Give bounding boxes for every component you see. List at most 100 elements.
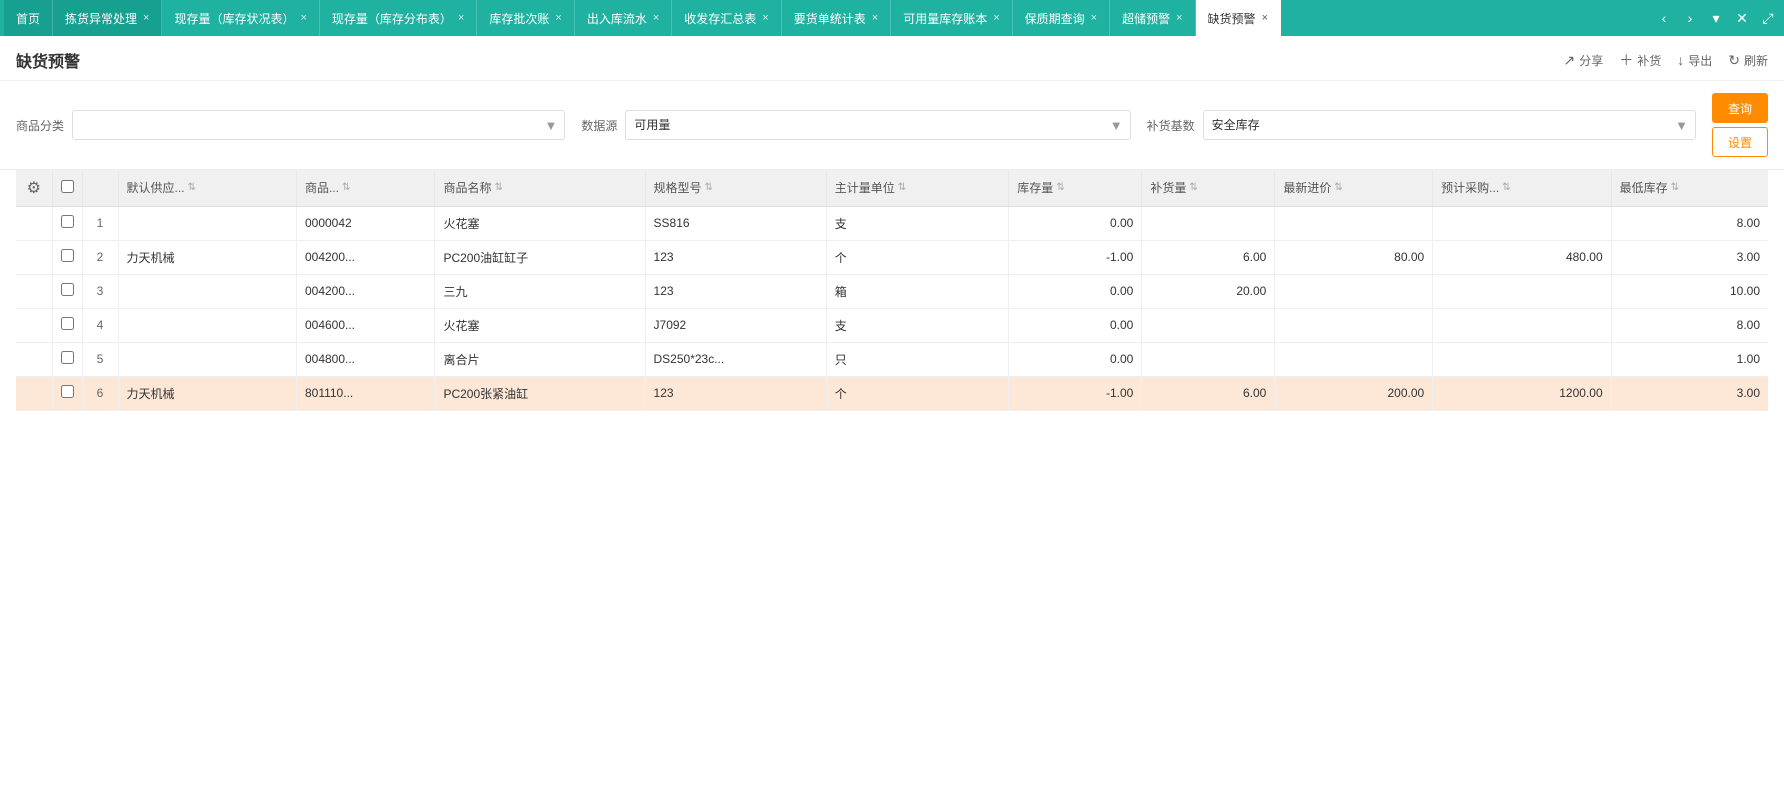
row-min-stock: 8.00 [1611,206,1768,240]
row-min-stock: 8.00 [1611,308,1768,342]
row-checkbox-5[interactable] [61,385,74,398]
share-button[interactable]: ↗ 分享 [1563,52,1603,69]
category-select-wrapper: ▼ [72,110,565,140]
row-stock-qty: -1.00 [1009,376,1142,410]
th-unit: 主计量单位 ⇅ [826,170,1009,206]
row-settings-cell [16,274,52,308]
tab-receive-summary-close[interactable]: × [762,12,768,24]
row-spec: 123 [645,240,826,274]
row-settings-cell [16,376,52,410]
tab-bar: 首页 拣货异常处理×现存量（库存状况表）×现存量（库存分布表）×库存批次账×出入… [0,0,1784,36]
row-est-purchase [1433,308,1611,342]
tab-inventory-status-close[interactable]: × [300,12,306,24]
tab-overstock[interactable]: 超储预警× [1110,0,1195,36]
page-header: 缺货预警 ↗ 分享 ＋ 补货 ↓ 导出 ↻ 刷新 [0,36,1784,81]
row-latest-price [1275,342,1433,376]
th-product-name-sort[interactable]: 商品名称 ⇅ [443,179,636,196]
tab-prev-button[interactable]: ‹ [1652,6,1676,30]
sort-icon-est-purchase: ⇅ [1502,182,1510,193]
datasource-select[interactable]: 可用量 库存量 [625,110,1130,140]
tab-inventory-dist-label: 现存量（库存分布表） [332,10,452,27]
table-settings-button[interactable]: ⚙ [27,178,41,198]
refresh-icon: ↻ [1728,52,1740,69]
tab-available-ledger-label: 可用量库存账本 [903,10,987,27]
tab-inventory-dist-close[interactable]: × [458,12,464,24]
row-min-stock: 3.00 [1611,240,1768,274]
tab-shortage-close[interactable]: × [1262,12,1268,24]
row-product-name: PC200油缸缸子 [435,240,645,274]
replenish-base-filter-label: 补货基数 [1147,117,1195,134]
row-min-stock: 3.00 [1611,376,1768,410]
tab-inventory-status[interactable]: 现存量（库存状况表）× [162,0,319,36]
th-latest-price-sort[interactable]: 最新进价 ⇅ [1283,179,1424,196]
replenish-button[interactable]: ＋ 补货 [1619,50,1661,70]
th-product-code-sort[interactable]: 商品... ⇅ [305,179,426,196]
th-est-purchase-sort[interactable]: 预计采购... ⇅ [1441,179,1602,196]
row-checkbox-4[interactable] [61,351,74,364]
th-replenish-qty: 补货量 ⇅ [1142,170,1275,206]
tab-shortage[interactable]: 缺货预警× [1196,0,1281,36]
row-product-code: 004800... [296,342,434,376]
row-spec: J7092 [645,308,826,342]
settings-button[interactable]: 设置 [1712,127,1768,157]
sort-icon-stock-qty: ⇅ [1056,182,1064,193]
category-select[interactable] [72,110,565,140]
tab-close-all-button[interactable]: ✕ [1730,6,1754,30]
row-checkbox-2[interactable] [61,283,74,296]
th-default-supplier-sort[interactable]: 默认供应... ⇅ [127,179,288,196]
row-replenish-qty [1142,206,1275,240]
sort-icon-unit: ⇅ [898,182,906,193]
query-button[interactable]: 查询 [1712,93,1768,123]
tab-batch-account-label: 库存批次账 [489,10,549,27]
row-num: 2 [82,240,118,274]
tab-batch-account[interactable]: 库存批次账 × [477,0,574,36]
row-checkbox-3[interactable] [61,317,74,330]
th-spec-sort[interactable]: 规格型号 ⇅ [654,179,818,196]
table-row: 3 004200... 三九 123 箱 0.00 20.00 10.00 [16,274,1768,308]
tab-expiry-query[interactable]: 保质期查询× [1013,0,1110,36]
tab-next-button[interactable]: › [1678,6,1702,30]
tab-available-ledger-close[interactable]: × [993,12,999,24]
row-checkbox-0[interactable] [61,215,74,228]
tab-overstock-close[interactable]: × [1176,12,1182,24]
tab-order-stats-close[interactable]: × [872,12,878,24]
th-stock-qty-sort[interactable]: 库存量 ⇅ [1017,179,1133,196]
row-default-supplier [118,308,296,342]
sort-icon-supplier: ⇅ [188,182,196,193]
tab-io-flow-close[interactable]: × [653,12,659,24]
export-button[interactable]: ↓ 导出 [1677,52,1712,69]
refresh-button[interactable]: ↻ 刷新 [1728,52,1768,69]
row-product-name: 离合片 [435,342,645,376]
row-est-purchase: 1200.00 [1433,376,1611,410]
tab-exception-close[interactable]: × [143,12,149,24]
filter-bar: 商品分类 ▼ 数据源 可用量 库存量 ▼ 补货基数 [0,81,1784,170]
row-product-code: 004200... [296,274,434,308]
row-product-code: 004200... [296,240,434,274]
row-spec: 123 [645,376,826,410]
select-all-checkbox[interactable] [61,180,74,193]
tab-menu-button[interactable]: ▾ [1704,6,1728,30]
tab-available-ledger[interactable]: 可用量库存账本 × [891,0,1012,36]
row-stock-qty: 0.00 [1009,308,1142,342]
replenish-base-select[interactable]: 安全库存 最低库存 [1203,110,1696,140]
tab-expiry-query-close[interactable]: × [1091,12,1097,24]
tab-order-stats[interactable]: 要货单统计表× [782,0,891,36]
row-checkbox-1[interactable] [61,249,74,262]
tab-home[interactable]: 首页 [4,0,53,36]
table-row: 6 力天机械 801110... PC200张紧油缸 123 个 -1.00 6… [16,376,1768,410]
tab-exception[interactable]: 拣货异常处理× [53,0,162,36]
tab-inventory-dist[interactable]: 现存量（库存分布表） × [320,0,477,36]
tab-receive-summary[interactable]: 收发存汇总表× [672,0,781,36]
tab-batch-account-close[interactable]: × [555,12,561,24]
header-actions: ↗ 分享 ＋ 补货 ↓ 导出 ↻ 刷新 [1563,50,1768,70]
th-replenish-qty-sort[interactable]: 补货量 ⇅ [1150,179,1266,196]
th-check [52,170,82,206]
export-icon: ↓ [1677,52,1684,68]
share-icon: ↗ [1563,52,1575,69]
tab-nav-buttons: ‹ › ▾ ✕ ⤢ [1652,6,1780,30]
th-min-stock-sort[interactable]: 最低库存 ⇅ [1620,179,1760,196]
th-unit-sort[interactable]: 主计量单位 ⇅ [835,179,1001,196]
row-product-name: 火花塞 [435,308,645,342]
tab-restore-button[interactable]: ⤢ [1756,6,1780,30]
tab-io-flow[interactable]: 出入库流水× [575,0,672,36]
